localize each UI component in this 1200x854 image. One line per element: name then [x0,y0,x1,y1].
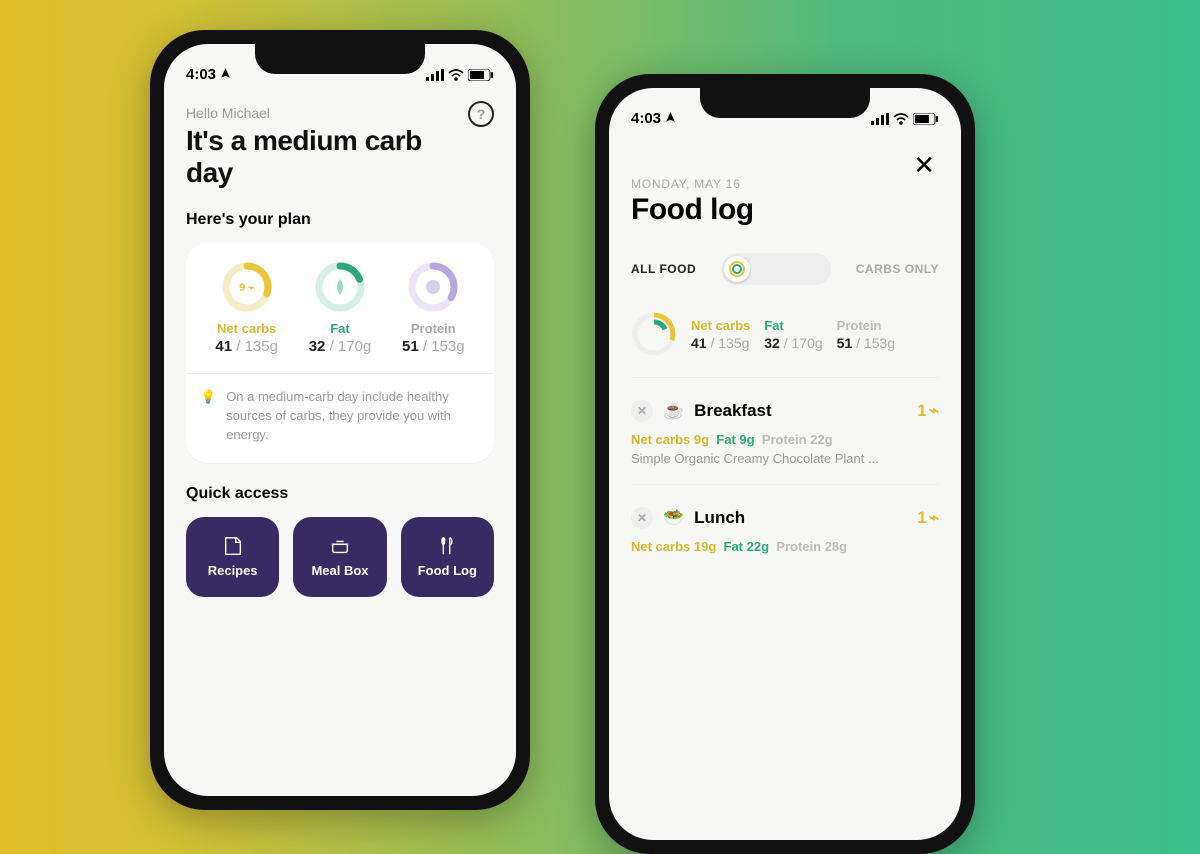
status-icons [871,113,939,125]
svg-text:9 ⌁: 9 ⌁ [239,282,255,294]
signal-icon [871,113,889,125]
summary-protein: Protein51 / 153g [837,318,895,351]
tip-text: 💡 On a medium-carb day include healthy s… [200,388,480,445]
meal-macros: Net carbs 19g Fat 22g Protein 28g [631,539,939,554]
status-icons [426,69,494,81]
coffee-icon: ☕ [663,401,684,421]
quick-access: Recipes Meal Box Food Log [186,517,494,597]
salad-icon: 🥗 [663,508,684,528]
bulb-icon: 💡 [200,388,216,445]
home-screen: 4:03 Hello Michael ? It's a medium carb … [164,44,516,796]
plan-card: 9 ⌁ Net carbs 41 / 135g Fat 32 / 170g Pr… [186,243,494,463]
phone-home: 4:03 Hello Michael ? It's a medium carb … [150,30,530,810]
toggle-carbs-only[interactable]: CARBS ONLY [856,262,939,276]
foodlog-screen: 4:03 ✕ MONDAY, MAY 16 Food log ALL FOOD … [609,88,961,840]
wifi-icon [893,113,909,125]
quick-mealbox[interactable]: Meal Box [293,517,386,597]
recipes-icon [222,535,244,557]
quick-foodlog[interactable]: Food Log [401,517,494,597]
summary-ring-icon [631,311,677,357]
notch [255,44,425,74]
toggle-switch[interactable] [721,253,831,285]
plan-heading: Here's your plan [186,211,494,229]
toggle-all-food[interactable]: ALL FOOD [631,262,696,276]
macro-fat[interactable]: Fat 32 / 170g [309,261,372,355]
meal-lunch[interactable]: ✕ 🥗 Lunch 1⌁ Net carbs 19g Fat 22g Prote… [631,507,939,554]
close-icon[interactable]: ✕ [913,150,935,181]
quick-heading: Quick access [186,485,494,503]
meal-count: 1⌁ [917,401,939,421]
food-filter-toggle: ALL FOOD CARBS ONLY [631,253,939,285]
macro-netcarbs[interactable]: 9 ⌁ Net carbs 41 / 135g [215,261,278,355]
battery-icon [468,69,494,81]
delete-meal-icon[interactable]: ✕ [631,507,653,529]
battery-icon [913,113,939,125]
macro-row: 9 ⌁ Net carbs 41 / 135g Fat 32 / 170g Pr… [200,261,480,355]
meal-name: Breakfast [694,401,772,421]
meal-name: Lunch [694,508,745,528]
wifi-icon [448,69,464,81]
quick-recipes[interactable]: Recipes [186,517,279,597]
signal-icon [426,69,444,81]
meal-item[interactable]: Simple Organic Creamy Chocolate Plant ..… [631,451,939,466]
foodlog-icon [436,535,458,557]
phone-foodlog: 4:03 ✕ MONDAY, MAY 16 Food log ALL FOOD … [595,74,975,854]
notch [700,88,870,118]
macro-protein[interactable]: Protein 51 / 153g [402,261,465,355]
summary-fat: Fat32 / 170g [764,318,822,351]
help-icon[interactable]: ? [468,101,494,127]
mealbox-icon [329,535,351,557]
page-title: It's a medium carb day [186,125,494,189]
greeting: Hello Michael ? [186,105,494,121]
delete-meal-icon[interactable]: ✕ [631,400,653,422]
meal-breakfast[interactable]: ✕ ☕ Breakfast 1⌁ Net carbs 9g Fat 9g Pro… [631,400,939,466]
log-date: MONDAY, MAY 16 [631,177,939,191]
summary-netcarbs: Net carbs41 / 135g [691,318,750,351]
meal-macros: Net carbs 9g Fat 9g Protein 22g [631,432,939,447]
status-time: 4:03 [186,66,231,83]
status-time: 4:03 [631,110,676,127]
macro-summary: Net carbs41 / 135g Fat32 / 170g Protein5… [631,311,939,378]
foodlog-title: Food log [631,193,939,227]
meal-count: 1⌁ [917,508,939,528]
